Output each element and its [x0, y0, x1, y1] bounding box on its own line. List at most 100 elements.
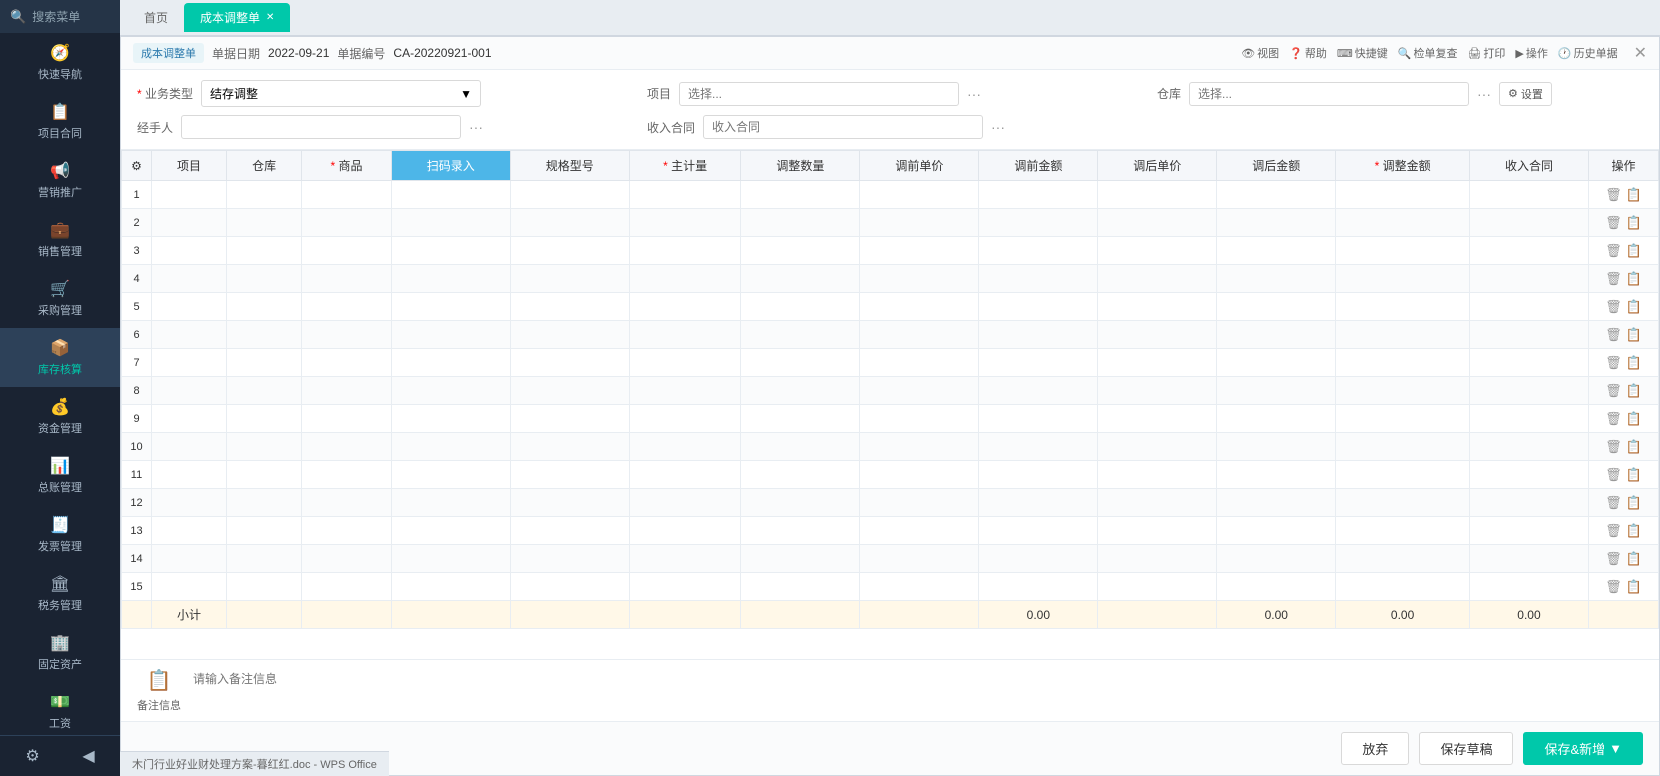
copy-icon[interactable]: 📋 — [1626, 271, 1642, 287]
cell-project[interactable] — [152, 321, 227, 349]
cell-qty[interactable] — [741, 489, 860, 517]
cell-prev-amount[interactable] — [979, 573, 1098, 601]
cell-warehouse[interactable] — [227, 545, 302, 573]
cell-project[interactable] — [152, 433, 227, 461]
delete-icon[interactable]: 🗑 — [1605, 215, 1622, 231]
cell-after-price[interactable] — [1098, 517, 1217, 545]
cell-prev-price[interactable] — [860, 545, 979, 573]
cell-prev-amount[interactable] — [979, 349, 1098, 377]
delete-icon[interactable]: 🗑 — [1605, 579, 1622, 595]
cell-unit[interactable] — [629, 237, 741, 265]
cell-scan-input[interactable] — [391, 209, 510, 237]
cell-qty[interactable] — [741, 405, 860, 433]
tab-cost-adjust[interactable]: 成本调整单✕ — [184, 3, 290, 32]
cell-after-price[interactable] — [1098, 265, 1217, 293]
cell-qty[interactable] — [741, 237, 860, 265]
cell-after-amount[interactable] — [1217, 433, 1336, 461]
close-button[interactable]: ✕ — [1634, 43, 1647, 63]
cell-after-price[interactable] — [1098, 349, 1217, 377]
cell-unit[interactable] — [629, 573, 741, 601]
sidebar-item-quick-nav[interactable]: 🧭快速导航 — [0, 33, 120, 92]
copy-icon[interactable]: 📋 — [1626, 523, 1642, 539]
cell-spec[interactable] — [510, 377, 629, 405]
cell-prev-amount[interactable] — [979, 461, 1098, 489]
business-type-dropdown[interactable]: 结存调整 ▼ — [201, 80, 481, 107]
cell-project[interactable] — [152, 349, 227, 377]
cell-prev-price[interactable] — [860, 573, 979, 601]
cell-after-amount[interactable] — [1217, 377, 1336, 405]
cell-after-amount[interactable] — [1217, 545, 1336, 573]
cell-after-amount[interactable] — [1217, 405, 1336, 433]
copy-icon[interactable]: 📋 — [1626, 579, 1642, 595]
cell-unit[interactable] — [629, 405, 741, 433]
cell-prev-price[interactable] — [860, 517, 979, 545]
delete-icon[interactable]: 🗑 — [1605, 187, 1622, 203]
cell-prev-amount[interactable] — [979, 209, 1098, 237]
cell-after-amount[interactable] — [1217, 573, 1336, 601]
copy-icon[interactable]: 📋 — [1626, 327, 1642, 343]
cell-prev-price[interactable] — [860, 461, 979, 489]
cell-product[interactable] — [302, 321, 392, 349]
cell-adjust-amount[interactable] — [1336, 405, 1470, 433]
cell-qty[interactable] — [741, 517, 860, 545]
cell-qty[interactable] — [741, 377, 860, 405]
cell-income-contract[interactable] — [1469, 181, 1588, 209]
copy-icon[interactable]: 📋 — [1626, 495, 1642, 511]
cell-prev-price[interactable] — [860, 433, 979, 461]
cell-income-contract[interactable] — [1469, 517, 1588, 545]
cell-scan-input[interactable] — [391, 377, 510, 405]
cell-scan-input[interactable] — [391, 545, 510, 573]
cell-spec[interactable] — [510, 489, 629, 517]
cell-warehouse[interactable] — [227, 321, 302, 349]
cell-warehouse[interactable] — [227, 349, 302, 377]
settings-icon[interactable]: ⚙ — [25, 746, 39, 766]
sidebar-item-ledger[interactable]: 📊总账管理 — [0, 446, 120, 505]
cell-income-contract[interactable] — [1469, 573, 1588, 601]
cell-prev-price[interactable] — [860, 209, 979, 237]
cell-product[interactable] — [302, 573, 392, 601]
cell-prev-price[interactable] — [860, 181, 979, 209]
cell-warehouse[interactable] — [227, 433, 302, 461]
income-contract-input[interactable] — [703, 115, 983, 139]
cell-income-contract[interactable] — [1469, 293, 1588, 321]
agent-dots-icon[interactable]: ··· — [469, 119, 483, 135]
cell-income-contract[interactable] — [1469, 461, 1588, 489]
cell-product[interactable] — [302, 265, 392, 293]
cell-product[interactable] — [302, 489, 392, 517]
cell-after-price[interactable] — [1098, 545, 1217, 573]
cell-adjust-amount[interactable] — [1336, 349, 1470, 377]
cell-scan-input[interactable] — [391, 461, 510, 489]
cell-product[interactable] — [302, 181, 392, 209]
cell-scan-input[interactable] — [391, 293, 510, 321]
cell-project[interactable] — [152, 489, 227, 517]
toolbar-action-shortcut[interactable]: ⌨快捷键 — [1337, 45, 1388, 61]
delete-icon[interactable]: 🗑 — [1605, 523, 1622, 539]
delete-icon[interactable]: 🗑 — [1605, 467, 1622, 483]
cell-income-contract[interactable] — [1469, 209, 1588, 237]
cell-scan-input[interactable] — [391, 349, 510, 377]
cell-prev-price[interactable] — [860, 293, 979, 321]
cell-income-contract[interactable] — [1469, 377, 1588, 405]
sidebar-item-tax[interactable]: 🏛税务管理 — [0, 564, 120, 623]
cell-spec[interactable] — [510, 573, 629, 601]
cell-income-contract[interactable] — [1469, 237, 1588, 265]
cell-after-amount[interactable] — [1217, 489, 1336, 517]
cell-spec[interactable] — [510, 405, 629, 433]
cell-adjust-amount[interactable] — [1336, 181, 1470, 209]
toolbar-action-help[interactable]: ❓帮助 — [1289, 45, 1327, 61]
cell-qty[interactable] — [741, 433, 860, 461]
cell-scan-input[interactable] — [391, 321, 510, 349]
cell-prev-price[interactable] — [860, 405, 979, 433]
cell-prev-price[interactable] — [860, 489, 979, 517]
cell-unit[interactable] — [629, 349, 741, 377]
delete-icon[interactable]: 🗑 — [1605, 327, 1622, 343]
cell-prev-price[interactable] — [860, 321, 979, 349]
sidebar-item-finance[interactable]: 💰资金管理 — [0, 387, 120, 446]
cell-project[interactable] — [152, 461, 227, 489]
cell-project[interactable] — [152, 237, 227, 265]
delete-icon[interactable]: 🗑 — [1605, 411, 1622, 427]
cell-after-amount[interactable] — [1217, 265, 1336, 293]
cell-after-amount[interactable] — [1217, 209, 1336, 237]
cell-qty[interactable] — [741, 321, 860, 349]
delete-icon[interactable]: 🗑 — [1605, 439, 1622, 455]
